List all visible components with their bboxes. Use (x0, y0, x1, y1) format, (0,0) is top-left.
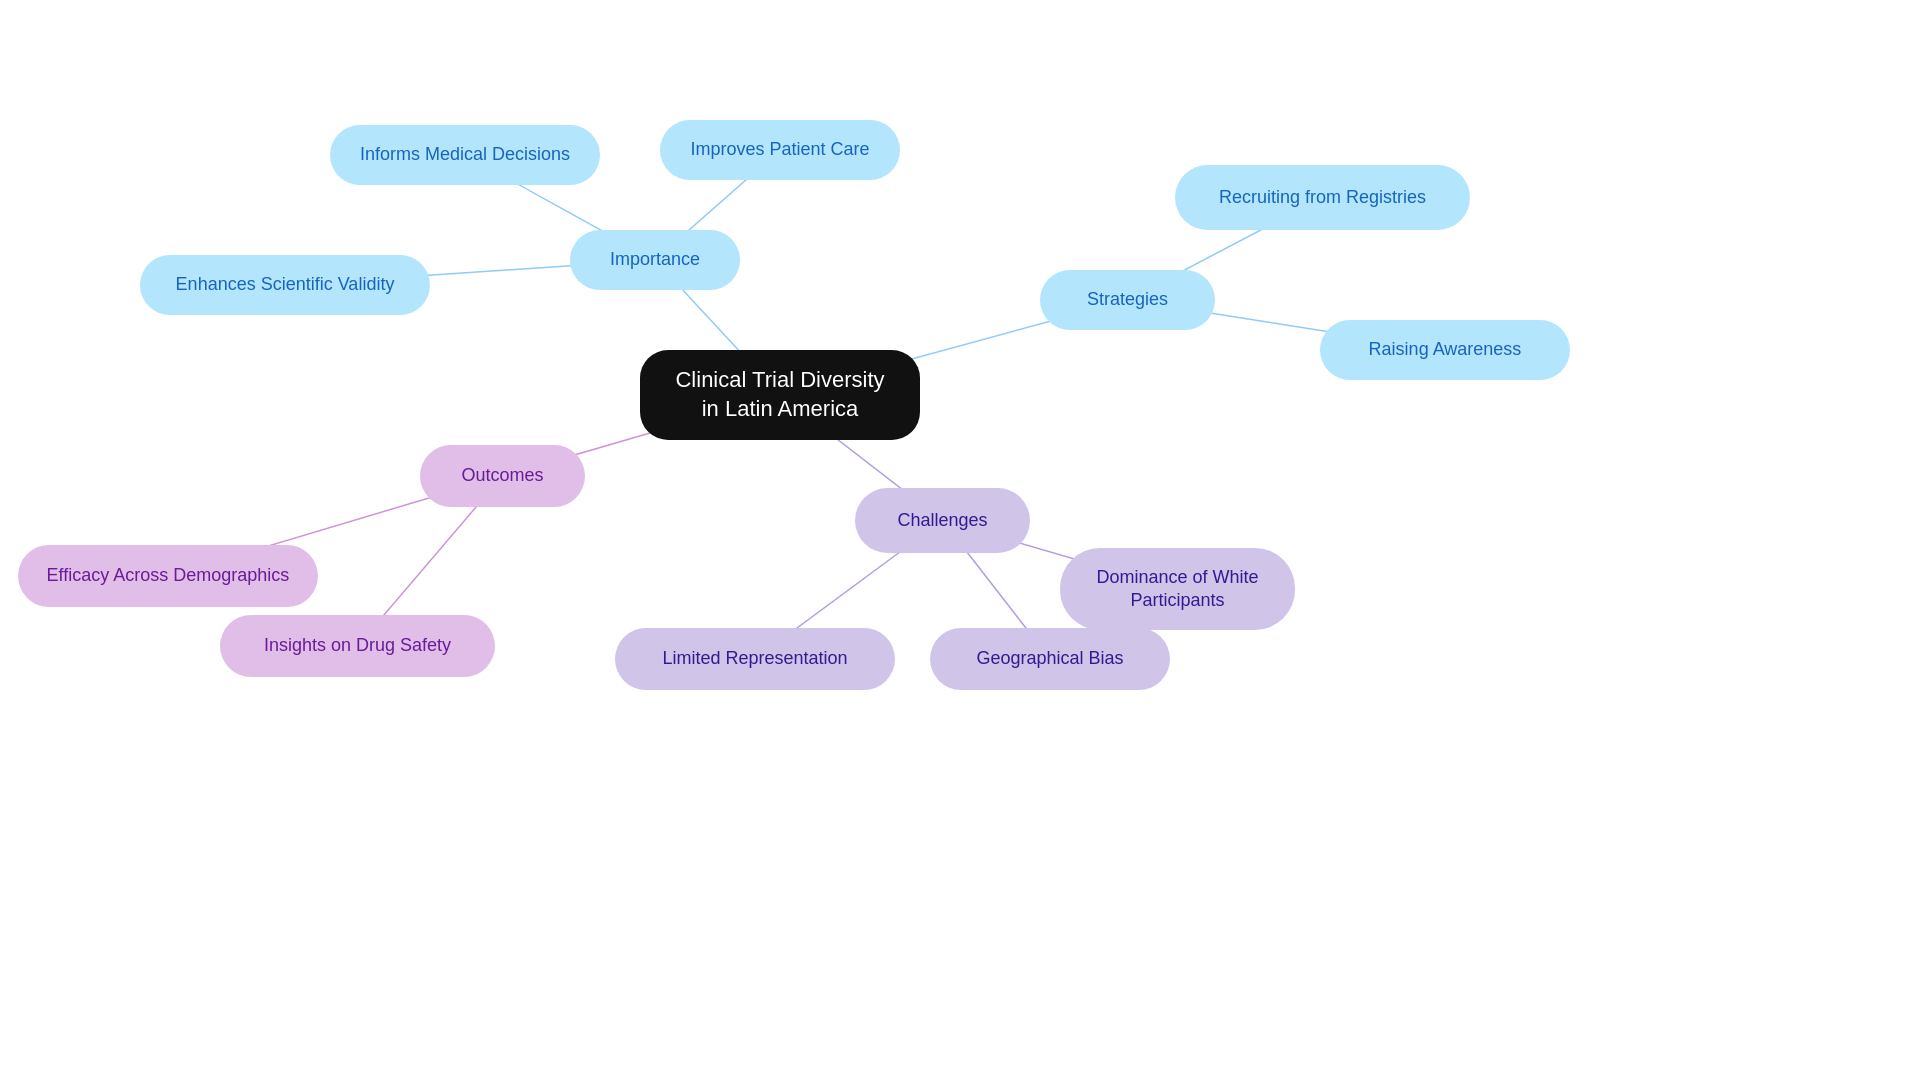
recruiting-node[interactable]: Recruiting from Registries (1175, 165, 1470, 230)
challenges-label: Challenges (897, 509, 987, 532)
recruiting-label: Recruiting from Registries (1219, 186, 1426, 209)
insights-label: Insights on Drug Safety (264, 634, 451, 657)
raising-label: Raising Awareness (1369, 338, 1522, 361)
improves-node[interactable]: Improves Patient Care (660, 120, 900, 180)
importance-label: Importance (610, 248, 700, 271)
informs-node[interactable]: Informs Medical Decisions (330, 125, 600, 185)
challenges-node[interactable]: Challenges (855, 488, 1030, 553)
geographical-node[interactable]: Geographical Bias (930, 628, 1170, 690)
enhances-label: Enhances Scientific Validity (176, 273, 395, 296)
dominance-node[interactable]: Dominance of White Participants (1060, 548, 1295, 630)
enhances-node[interactable]: Enhances Scientific Validity (140, 255, 430, 315)
informs-label: Informs Medical Decisions (360, 143, 570, 166)
efficacy-node[interactable]: Efficacy Across Demographics (18, 545, 318, 607)
limited-node[interactable]: Limited Representation (615, 628, 895, 690)
center-node[interactable]: Clinical Trial Diversity in Latin Americ… (640, 350, 920, 440)
limited-label: Limited Representation (662, 647, 847, 670)
improves-label: Improves Patient Care (690, 138, 869, 161)
strategies-label: Strategies (1087, 288, 1168, 311)
geographical-label: Geographical Bias (976, 647, 1123, 670)
strategies-node[interactable]: Strategies (1040, 270, 1215, 330)
importance-node[interactable]: Importance (570, 230, 740, 290)
insights-node[interactable]: Insights on Drug Safety (220, 615, 495, 677)
center-label: Clinical Trial Diversity in Latin Americ… (670, 366, 890, 423)
dominance-label: Dominance of White Participants (1084, 566, 1271, 613)
outcomes-node[interactable]: Outcomes (420, 445, 585, 507)
outcomes-label: Outcomes (461, 464, 543, 487)
raising-node[interactable]: Raising Awareness (1320, 320, 1570, 380)
efficacy-label: Efficacy Across Demographics (47, 564, 290, 587)
